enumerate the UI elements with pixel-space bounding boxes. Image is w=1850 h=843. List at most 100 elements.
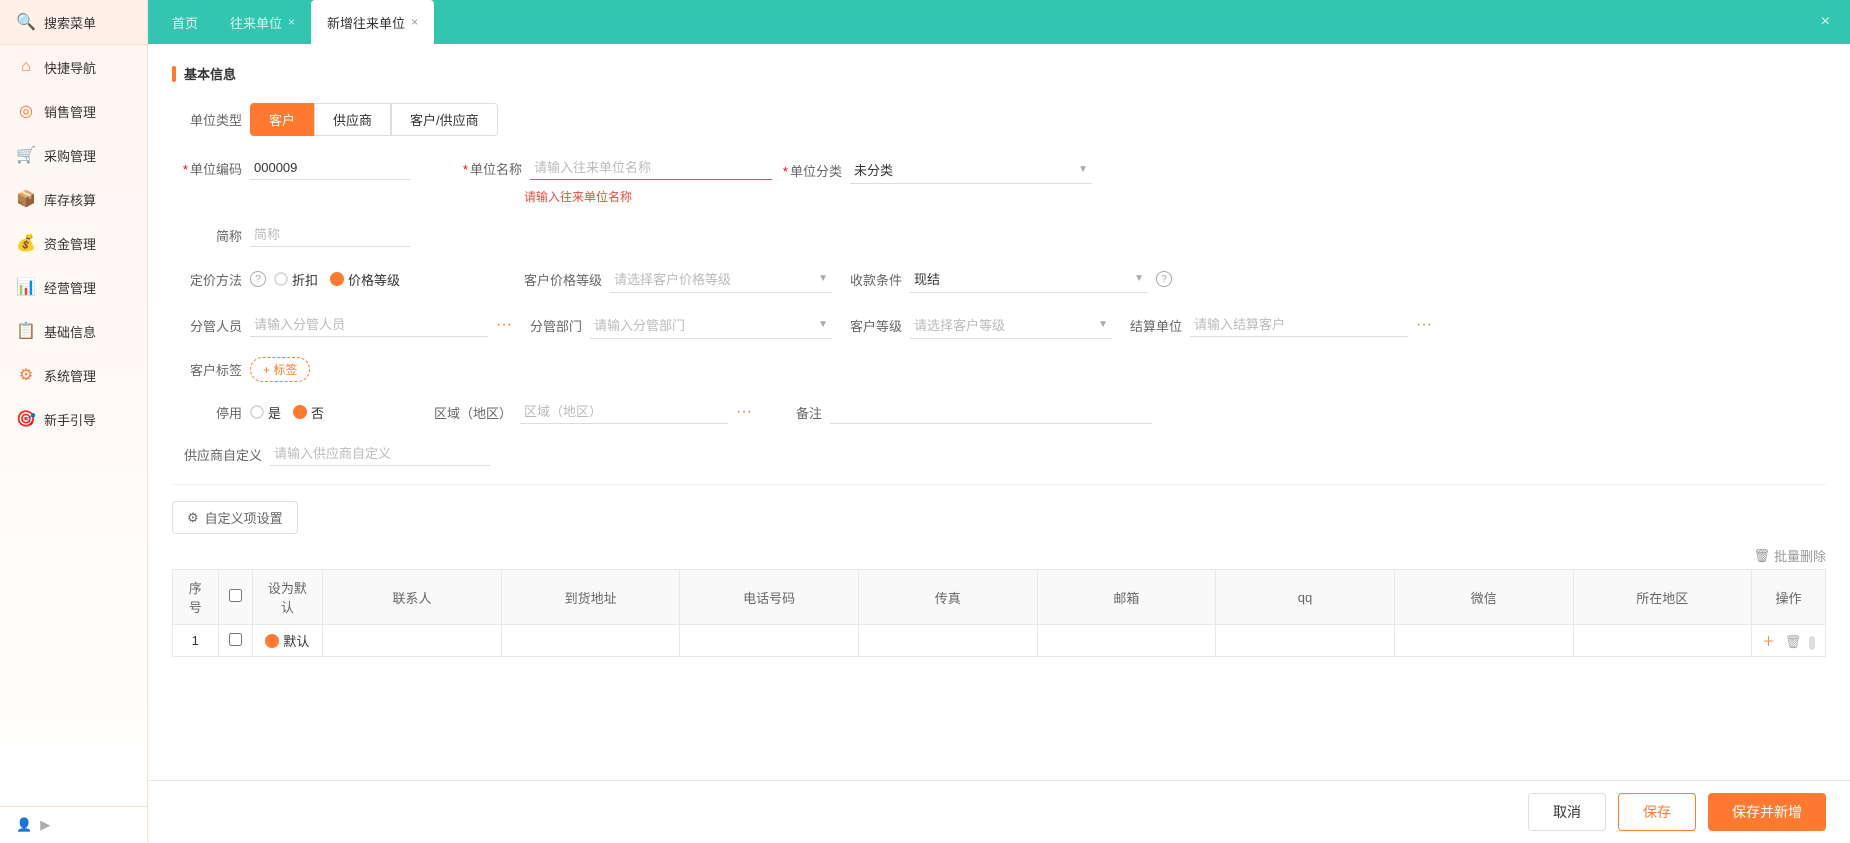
pricing-help-icon[interactable]: ? <box>250 271 266 287</box>
unit-type-field: 单位类型 客户 供应商 客户/供应商 <box>172 103 1826 136</box>
settlement-unit-input[interactable] <box>1190 313 1408 337</box>
row-wechat-input[interactable] <box>1405 633 1563 648</box>
disabled-no[interactable]: 否 <box>293 403 324 422</box>
select-all-checkbox[interactable] <box>229 589 242 602</box>
supplier-custom-label: 供应商自定义 <box>172 445 262 464</box>
row-delete-btn[interactable]: 🗑 <box>1785 634 1802 649</box>
tab-new-partner-close[interactable]: × <box>411 15 418 29</box>
code-input[interactable] <box>250 156 410 180</box>
tab-new-partner[interactable]: 新增往来单位 × <box>311 0 434 44</box>
customer-price-level-placeholder: 请选择客户价格等级 <box>614 269 731 288</box>
cl-arrow: ▼ <box>1098 319 1108 330</box>
save-button[interactable]: 保存 <box>1618 793 1696 831</box>
row-checkbox-input[interactable] <box>229 633 242 646</box>
sidebar-label-operations: 经营管理 <box>44 278 96 297</box>
category-arrow: ▼ <box>1078 164 1088 175</box>
sidebar-item-guide[interactable]: 🎯 新手引导 <box>0 397 147 441</box>
region-input[interactable] <box>520 400 728 424</box>
category-select[interactable]: 未分类 ▼ <box>850 156 1092 184</box>
row-qq-input[interactable] <box>1226 633 1384 648</box>
tab-partner[interactable]: 往来单位 × <box>214 0 311 44</box>
pricing-discount[interactable]: 折扣 <box>274 270 318 289</box>
tab-partner-label: 往来单位 <box>230 13 282 32</box>
row-default-radio[interactable]: 默认 <box>263 631 313 650</box>
batch-delete-btn[interactable]: 🗑 批量删除 <box>1753 546 1826 565</box>
row-region <box>1573 625 1752 657</box>
dept-arrow: ▼ <box>818 319 828 330</box>
row-default: 默认 <box>252 625 323 657</box>
unit-type-customer[interactable]: 客户 <box>250 103 314 136</box>
row-region-input[interactable] <box>1584 633 1742 648</box>
manager-field: 分管人员 ··· <box>172 313 512 337</box>
pricing-discount-radio <box>274 272 288 286</box>
short-name-input[interactable] <box>250 223 410 247</box>
short-name-label: 简称 <box>172 226 242 245</box>
payment-terms-help-icon[interactable]: ? <box>1156 271 1172 287</box>
sidebar-item-system[interactable]: ⚙ 系统管理 <box>0 353 147 397</box>
row-seq: 1 <box>173 625 219 657</box>
supplier-custom-input[interactable] <box>270 442 490 466</box>
sidebar-label-guide: 新手引导 <box>44 410 96 429</box>
system-icon: ⚙ <box>16 365 36 385</box>
tab-home-label: 首页 <box>172 13 198 32</box>
row-contact <box>323 625 502 657</box>
sidebar-search[interactable]: 🔍 搜索菜单 <box>0 0 147 45</box>
customer-price-level-label: 客户价格等级 <box>512 270 602 289</box>
customer-tag-field: 客户标签 + 标签 <box>172 357 1826 382</box>
sidebar-item-finance[interactable]: 💰 资金管理 <box>0 221 147 265</box>
sidebar-user-icon: 👤 <box>16 817 32 833</box>
sidebar-bottom: 👤 ▶ <box>0 806 147 843</box>
payment-terms-value: 现结 <box>914 269 940 288</box>
finance-icon: 💰 <box>16 233 36 253</box>
customer-level-select[interactable]: 请选择客户等级 ▼ <box>910 311 1112 339</box>
remark-input[interactable] <box>830 400 1152 424</box>
payment-terms-select[interactable]: 现结 ▼ <box>910 265 1148 293</box>
supplier-custom-row: 供应商自定义 <box>172 442 1826 466</box>
customer-price-level-select[interactable]: 请选择客户价格等级 ▼ <box>610 265 832 293</box>
manager-more-btn[interactable]: ··· <box>496 316 512 334</box>
sidebar-item-operations[interactable]: 📊 经营管理 <box>0 265 147 309</box>
row-phone-input[interactable] <box>690 633 848 648</box>
tab-close-all[interactable]: × <box>1809 13 1842 31</box>
row-scrollbar <box>1809 636 1815 650</box>
unit-type-supplier[interactable]: 供应商 <box>314 103 391 136</box>
col-email: 邮箱 <box>1037 570 1216 625</box>
manager-input[interactable] <box>250 313 488 337</box>
sidebar-item-inventory[interactable]: 📦 库存核算 <box>0 177 147 221</box>
manager-row: 分管人员 ··· 分管部门 请输入分管部门 ▼ 客户等级 请选择客户等级 ▼ 结… <box>172 311 1826 339</box>
settlement-more-btn[interactable]: ··· <box>1416 316 1432 334</box>
search-icon: 🔍 <box>16 12 36 32</box>
region-more-btn[interactable]: ··· <box>736 403 752 421</box>
sidebar-item-purchase[interactable]: 🛒 采购管理 <box>0 133 147 177</box>
sidebar-item-sales[interactable]: ◎ 销售管理 <box>0 89 147 133</box>
name-input[interactable] <box>530 156 772 180</box>
table-actions: 🗑 批量删除 <box>172 546 1826 565</box>
batch-delete-icon: 🗑 <box>1753 548 1770 564</box>
code-label: 单位编码 <box>172 159 242 178</box>
form-footer: 取消 保存 保存并新增 <box>148 780 1850 843</box>
custom-settings-button[interactable]: ⚙ 自定义项设置 <box>172 501 298 534</box>
unit-type-both[interactable]: 客户/供应商 <box>391 103 498 136</box>
department-label: 分管部门 <box>512 316 582 335</box>
cancel-button[interactable]: 取消 <box>1528 793 1606 831</box>
pricing-level[interactable]: 价格等级 <box>330 270 400 289</box>
name-error-msg: 请输入往来单位名称 <box>524 190 632 204</box>
row-add-btn[interactable]: ＋ <box>1762 634 1775 649</box>
row-fax-input[interactable] <box>869 633 1027 648</box>
tab-home[interactable]: 首页 <box>156 0 214 44</box>
operations-icon: 📊 <box>16 277 36 297</box>
row-ops: ＋ 🗑 <box>1752 625 1826 657</box>
customer-tag-label: 客户标签 <box>172 360 242 379</box>
add-tag-button[interactable]: + 标签 <box>250 357 310 382</box>
row-address-input[interactable] <box>512 633 670 648</box>
payment-terms-label: 收款条件 <box>832 270 902 289</box>
row-contact-input[interactable] <box>333 633 491 648</box>
customer-tag-row: 客户标签 + 标签 <box>172 357 1826 382</box>
sidebar-item-basic[interactable]: 📋 基础信息 <box>0 309 147 353</box>
disabled-yes[interactable]: 是 <box>250 403 281 422</box>
sidebar-item-quick-nav[interactable]: ⌂ 快捷导航 <box>0 45 147 89</box>
tab-partner-close[interactable]: × <box>288 15 295 29</box>
department-select[interactable]: 请输入分管部门 ▼ <box>590 311 832 339</box>
row-email-input[interactable] <box>1048 633 1206 648</box>
save-new-button[interactable]: 保存并新增 <box>1708 793 1826 831</box>
